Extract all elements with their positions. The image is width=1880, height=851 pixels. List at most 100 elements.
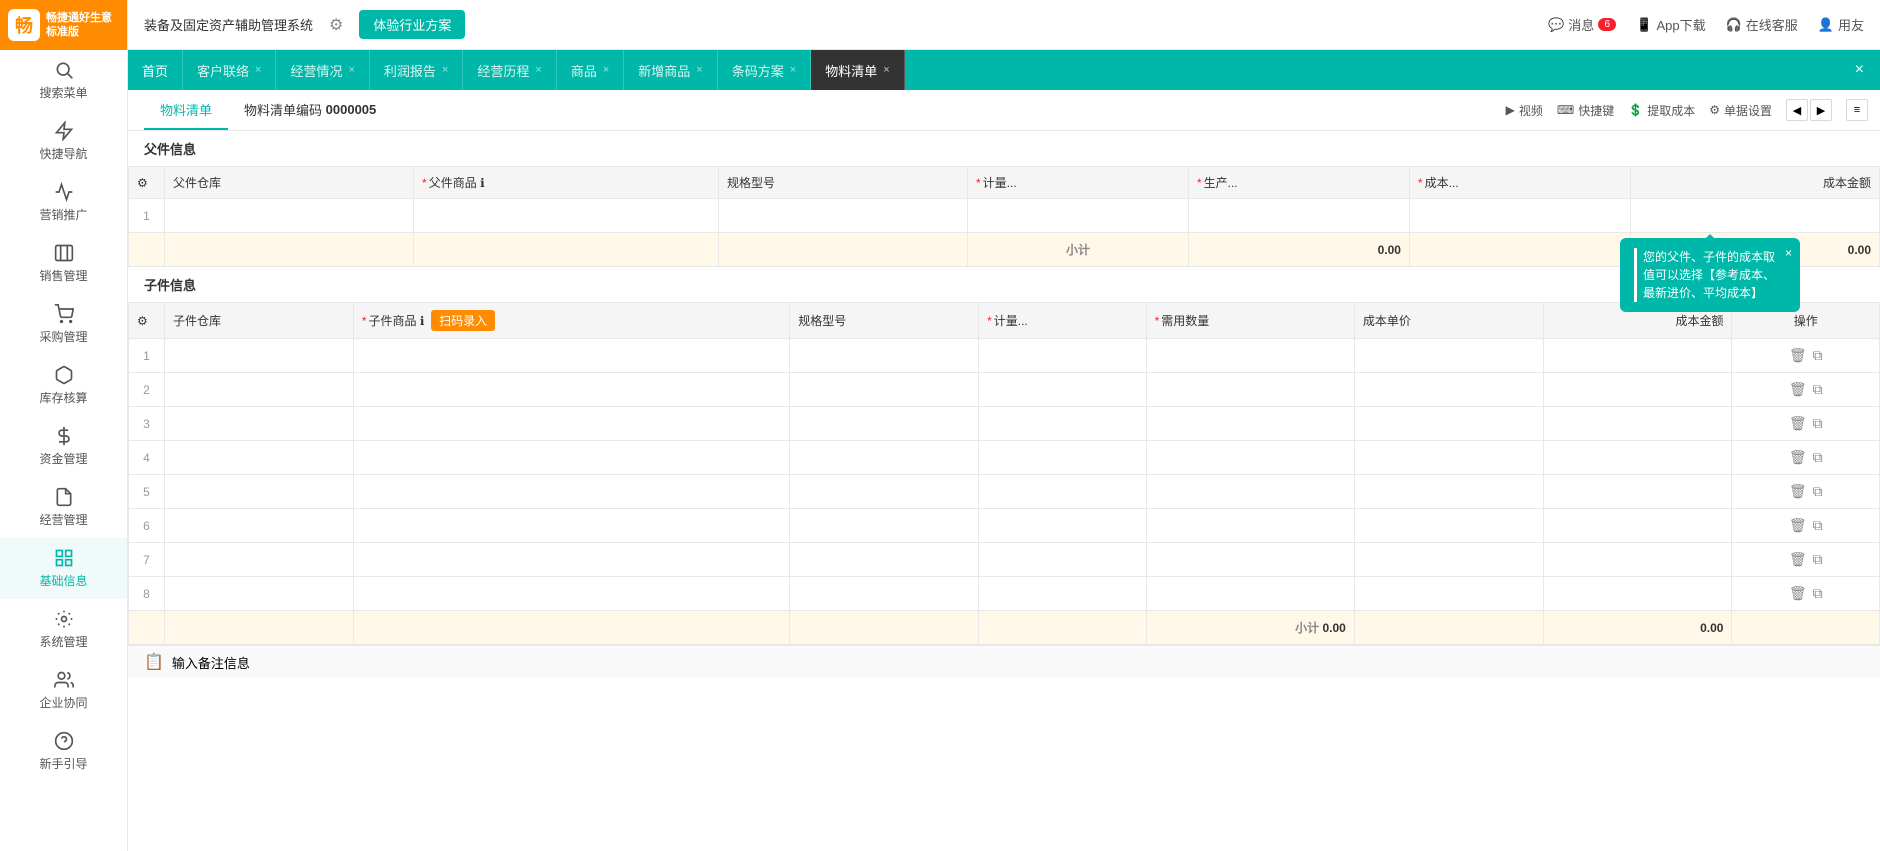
child-cost-price-5[interactable] (1354, 475, 1543, 509)
parent-unit-1[interactable] (967, 199, 1188, 233)
child-cost-price-4[interactable] (1354, 441, 1543, 475)
child-spec-3[interactable] (790, 407, 979, 441)
tab-close-profit-report[interactable]: × (442, 64, 448, 76)
child-col-settings[interactable]: ⚙ (129, 303, 165, 339)
delete-icon-6[interactable]: 🗑 (1789, 517, 1807, 534)
child-warehouse-6[interactable] (165, 509, 354, 543)
tab-bom[interactable]: 物料清单 × (811, 50, 904, 90)
child-cost-price-7[interactable] (1354, 543, 1543, 577)
online-service-item[interactable]: 🎧 在线客服 (1726, 15, 1798, 34)
child-warehouse-2[interactable] (165, 373, 354, 407)
child-cost-amount-5[interactable] (1543, 475, 1732, 509)
child-cost-amount-7[interactable] (1543, 543, 1732, 577)
child-cost-price-1[interactable] (1354, 339, 1543, 373)
parent-warehouse-1[interactable] (165, 199, 414, 233)
child-goods-8[interactable] (353, 577, 789, 611)
sidebar-item-finance[interactable]: 资金管理 (0, 416, 127, 477)
child-warehouse-1[interactable] (165, 339, 354, 373)
parent-cost-amount-1[interactable] (1630, 199, 1879, 233)
tab-close-operations-status[interactable]: × (348, 64, 354, 76)
parent-goods-1[interactable] (414, 199, 719, 233)
tab-close-new-goods[interactable]: × (696, 64, 702, 76)
child-warehouse-3[interactable] (165, 407, 354, 441)
child-cost-price-6[interactable] (1354, 509, 1543, 543)
child-quantity-6[interactable] (1146, 509, 1354, 543)
sidebar-item-quicknav[interactable]: 快捷导航 (0, 111, 127, 172)
child-unit-5[interactable] (979, 475, 1147, 509)
child-quantity-4[interactable] (1146, 441, 1354, 475)
delete-icon-3[interactable]: 🗑 (1789, 415, 1807, 432)
sidebar-item-search[interactable]: 搜索菜单 (0, 50, 127, 111)
child-goods-7[interactable] (353, 543, 789, 577)
child-goods-2[interactable] (353, 373, 789, 407)
child-quantity-7[interactable] (1146, 543, 1354, 577)
sidebar-item-system[interactable]: 系统管理 (0, 599, 127, 660)
copy-icon-8[interactable]: ⧉ (1813, 585, 1823, 602)
child-unit-6[interactable] (979, 509, 1147, 543)
tab-close-goods[interactable]: × (603, 64, 609, 76)
child-warehouse-4[interactable] (165, 441, 354, 475)
child-cost-price-2[interactable] (1354, 373, 1543, 407)
sidebar-item-guide[interactable]: 新手引导 (0, 721, 127, 782)
child-cost-price-3[interactable] (1354, 407, 1543, 441)
shortcut-btn[interactable]: ⌨ 快捷键 (1557, 102, 1614, 119)
child-spec-8[interactable] (790, 577, 979, 611)
nav-close-button[interactable]: × (1847, 61, 1872, 79)
child-warehouse-8[interactable] (165, 577, 354, 611)
cost-btn[interactable]: 💲 提取成本 (1628, 102, 1695, 119)
child-unit-3[interactable] (979, 407, 1147, 441)
delete-icon-1[interactable]: 🗑 (1789, 347, 1807, 364)
tooltip-close-btn[interactable]: × (1785, 244, 1792, 262)
child-quantity-2[interactable] (1146, 373, 1354, 407)
child-goods-3[interactable] (353, 407, 789, 441)
child-warehouse-5[interactable] (165, 475, 354, 509)
copy-icon-4[interactable]: ⧉ (1813, 449, 1823, 466)
copy-icon-7[interactable]: ⧉ (1813, 551, 1823, 568)
child-spec-1[interactable] (790, 339, 979, 373)
delete-icon-4[interactable]: 🗑 (1789, 449, 1807, 466)
child-unit-4[interactable] (979, 441, 1147, 475)
tab-new-goods[interactable]: 新增商品 × (624, 50, 717, 90)
tab-close-barcode[interactable]: × (790, 64, 796, 76)
child-goods-4[interactable] (353, 441, 789, 475)
sidebar-item-marketing[interactable]: 营销推广 (0, 172, 127, 233)
child-quantity-3[interactable] (1146, 407, 1354, 441)
child-cost-amount-1[interactable] (1543, 339, 1732, 373)
child-quantity-8[interactable] (1146, 577, 1354, 611)
sidebar-item-sales[interactable]: 销售管理 (0, 233, 127, 294)
child-spec-5[interactable] (790, 475, 979, 509)
sub-tab-code[interactable]: 物料清单编码 0000005 (228, 90, 392, 130)
delete-icon-2[interactable]: 🗑 (1789, 381, 1807, 398)
next-page-btn[interactable]: ▶ (1810, 99, 1832, 121)
delete-icon-5[interactable]: 🗑 (1789, 483, 1807, 500)
child-cost-price-8[interactable] (1354, 577, 1543, 611)
delete-icon-8[interactable]: 🗑 (1789, 585, 1807, 602)
sidebar-item-enterprise[interactable]: 企业协同 (0, 660, 127, 721)
tab-barcode[interactable]: 条码方案 × (718, 50, 811, 90)
child-unit-8[interactable] (979, 577, 1147, 611)
sidebar-item-inventory[interactable]: 库存核算 (0, 355, 127, 416)
prev-page-btn[interactable]: ◀ (1786, 99, 1808, 121)
child-quantity-5[interactable] (1146, 475, 1354, 509)
parent-production-1[interactable] (1188, 199, 1409, 233)
tab-operations-history[interactable]: 经营历程 × (463, 50, 556, 90)
child-goods-5[interactable] (353, 475, 789, 509)
copy-icon-6[interactable]: ⧉ (1813, 517, 1823, 534)
tab-home[interactable]: 首页 (128, 50, 183, 90)
parent-spec-1[interactable] (718, 199, 967, 233)
sidebar-item-purchase[interactable]: 采购管理 (0, 294, 127, 355)
child-unit-2[interactable] (979, 373, 1147, 407)
sub-tab-list[interactable]: 物料清单 (144, 90, 228, 130)
list-view-btn[interactable]: ≡ (1846, 99, 1868, 121)
single-settings-btn[interactable]: ⚙ 单据设置 (1709, 102, 1772, 119)
copy-icon-3[interactable]: ⧉ (1813, 415, 1823, 432)
child-spec-7[interactable] (790, 543, 979, 577)
parent-cost-1[interactable] (1409, 199, 1630, 233)
child-quantity-1[interactable] (1146, 339, 1354, 373)
sidebar-item-basicinfo[interactable]: 基础信息 (0, 538, 127, 599)
child-cost-amount-4[interactable] (1543, 441, 1732, 475)
child-spec-2[interactable] (790, 373, 979, 407)
copy-icon-2[interactable]: ⧉ (1813, 381, 1823, 398)
child-cost-amount-3[interactable] (1543, 407, 1732, 441)
tab-goods[interactable]: 商品 × (557, 50, 624, 90)
